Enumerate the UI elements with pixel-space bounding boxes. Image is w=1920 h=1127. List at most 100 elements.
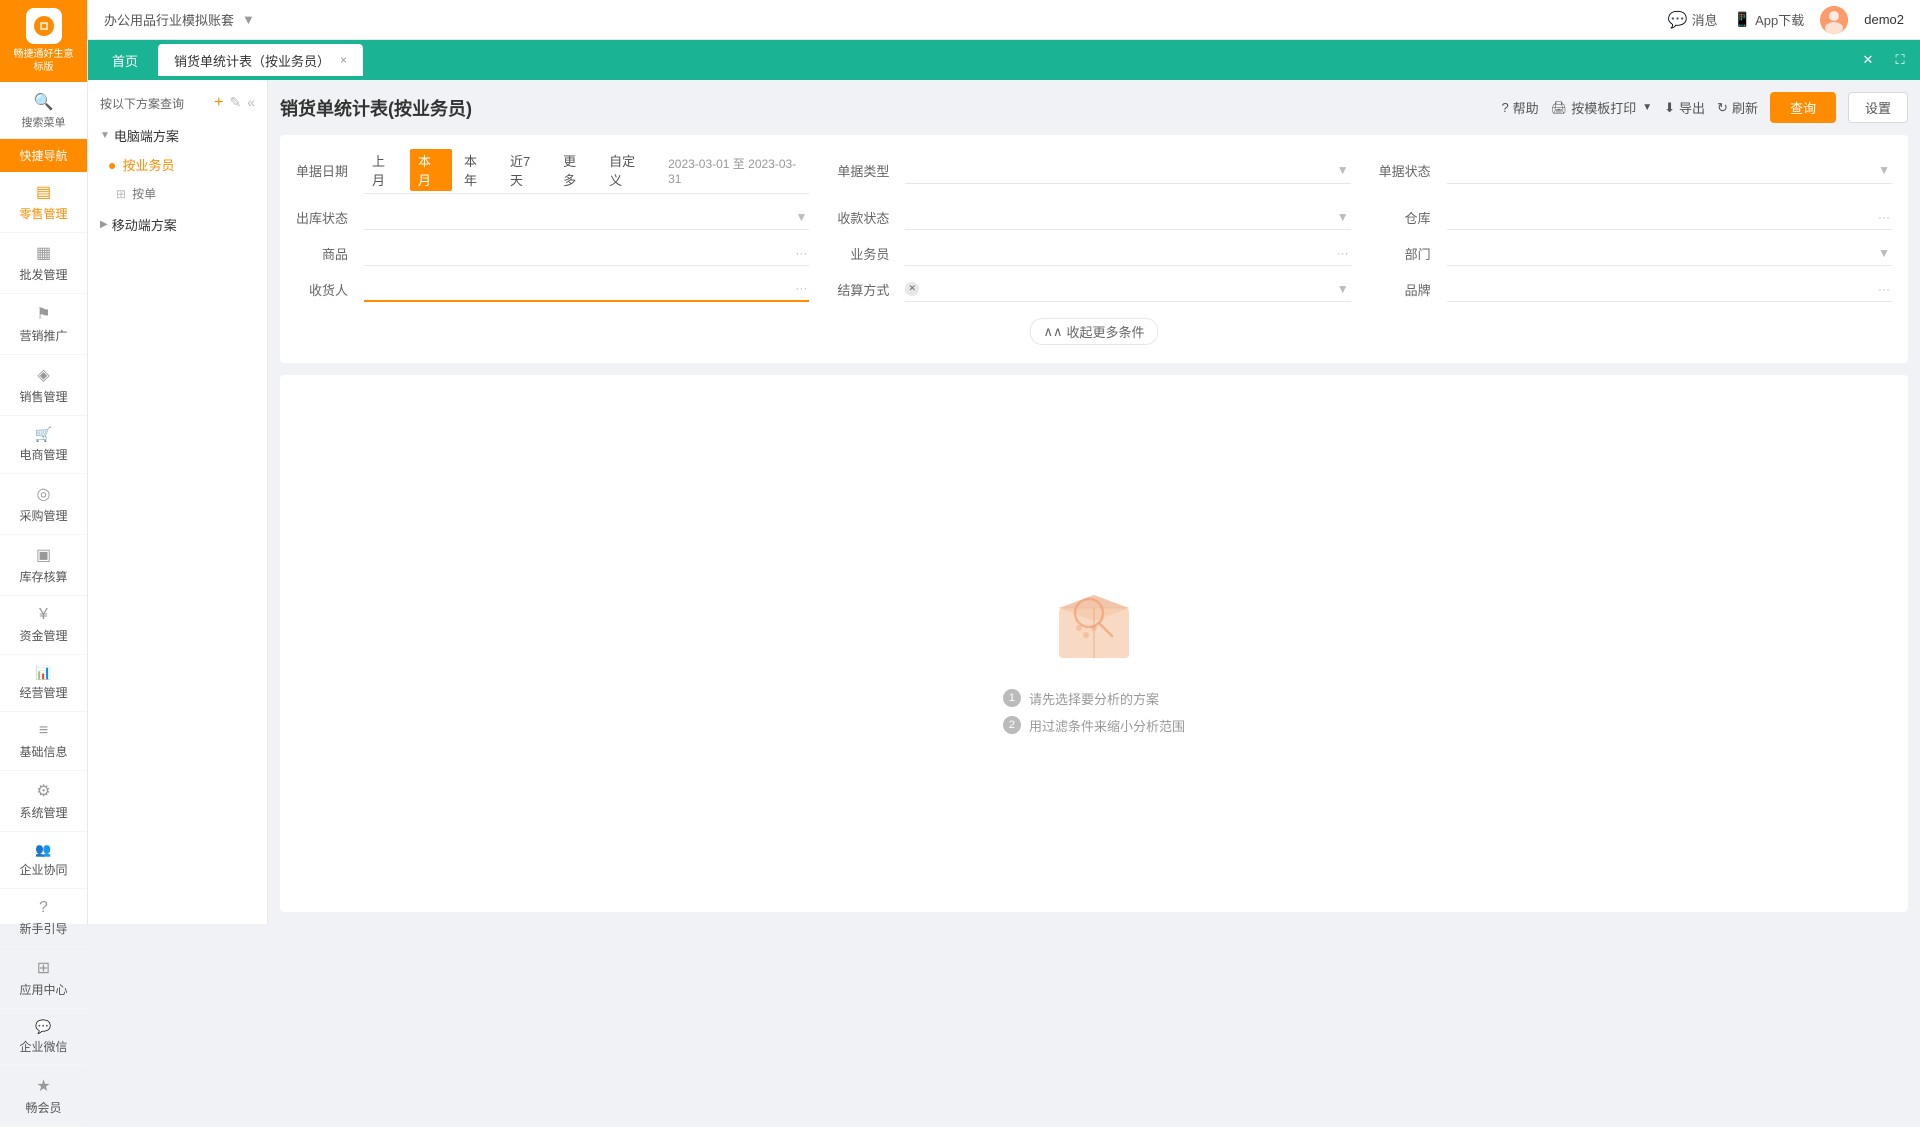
date-tab-7days[interactable]: 近7天 [502, 149, 551, 191]
date-tab-last-month[interactable]: 上月 [364, 149, 406, 191]
status-filter-control[interactable]: ▼ [1447, 158, 1892, 184]
message-button[interactable]: 💬 消息 [1668, 10, 1718, 30]
sidebar-item-wholesale[interactable]: ▦ 批发管理 [0, 233, 87, 294]
brand-more-icon[interactable]: ··· [1878, 282, 1890, 296]
sidebar-item-apps[interactable]: ⊞ 应用中心 [0, 948, 87, 1009]
sales-label: 业务员 [817, 244, 897, 263]
filter-row-2: 出库状态 ▼ 收款状态 ▼ 仓库 ··· [296, 204, 1892, 230]
warehouse-control[interactable]: ··· [1447, 204, 1892, 230]
settings-button[interactable]: 设置 [1848, 92, 1908, 123]
collapse-up-icon: ∧∧ [1043, 324, 1062, 340]
sales-more-icon[interactable]: ··· [1337, 246, 1349, 260]
sidebar-item-purchase[interactable]: ◎ 采购管理 [0, 474, 87, 535]
dept-control[interactable]: ▼ [1447, 240, 1892, 266]
quick-nav[interactable]: 快捷导航 [0, 139, 87, 172]
panel-item-by-sales[interactable]: ● 按业务员 [88, 149, 267, 180]
panel-collapse-button[interactable]: « [247, 94, 255, 112]
help-button[interactable]: ? 帮助 [1501, 98, 1538, 117]
date-range-display: 2023-03-01 至 2023-03-31 [668, 155, 809, 186]
mobile-section-header[interactable]: ▶ 移动端方案 [88, 211, 267, 238]
recv-status-label: 收款状态 [817, 208, 897, 227]
ecommerce-icon: 🛒 [35, 426, 52, 443]
wechat-icon: 💬 [35, 1019, 51, 1035]
sidebar-item-ecommerce[interactable]: 🛒 电商管理 [0, 416, 87, 474]
dept-label: 部门 [1359, 244, 1439, 263]
status-dropdown-icon[interactable]: ▼ [1878, 163, 1890, 177]
date-tab-custom[interactable]: 自定义 [601, 149, 656, 191]
payment-clear-button[interactable]: ✕ [905, 282, 919, 296]
sidebar-item-operation[interactable]: 📊 经营管理 [0, 655, 87, 712]
refresh-button[interactable]: ↻ 刷新 [1717, 98, 1758, 117]
tab-active[interactable]: 销货单统计表（按业务员） × [158, 44, 363, 76]
payment-control[interactable]: ✕ ▼ [905, 276, 1350, 302]
sub-item-icon: ⊞ [116, 187, 126, 201]
inventory-icon: ▣ [36, 545, 51, 565]
left-panel: 按以下方案查询 + ✎ « ▼ 电脑端方案 ● 按业务员 ⊞ 按 [88, 80, 268, 924]
date-tabs: 上月 本月 本年 近7天 更多 自定义 2023-03-01 至 2023-03… [364, 149, 809, 191]
user-avatar[interactable] [1820, 6, 1848, 34]
search-menu-item[interactable]: 🔍 搜索菜单 [0, 82, 87, 139]
sidebar-item-marketing[interactable]: ⚑ 营销推广 [0, 294, 87, 355]
breadcrumb-dropdown-icon[interactable]: ▼ [242, 12, 255, 27]
tab-close-window[interactable]: ✕ [1856, 48, 1880, 72]
type-filter-control[interactable]: ▼ [905, 158, 1350, 184]
tab-home[interactable]: 首页 [96, 44, 154, 76]
basic-icon: ≡ [39, 722, 48, 740]
print-button[interactable]: 🖨 按模板打印 ▼ [1551, 98, 1652, 117]
sidebar-item-corp[interactable]: 👥 企业协同 [0, 832, 87, 889]
panel-edit-button[interactable]: ✎ [229, 94, 241, 112]
sidebar-item-guide[interactable]: ? 新手引导 [0, 889, 87, 948]
date-tab-this-year[interactable]: 本年 [456, 149, 498, 191]
tab-close-button[interactable]: × [340, 53, 347, 67]
sidebar-item-basic[interactable]: ≡ 基础信息 [0, 712, 87, 771]
consignee-control[interactable]: ··· [364, 276, 809, 302]
pc-section-header[interactable]: ▼ 电脑端方案 [88, 122, 267, 149]
query-button[interactable]: 查询 [1770, 92, 1836, 123]
guide-icon: ? [39, 899, 48, 917]
mobile-section-label: 移动端方案 [112, 215, 177, 234]
active-item-icon: ● [108, 157, 116, 173]
tab-maximize[interactable]: ⛶ [1888, 48, 1912, 72]
out-status-control[interactable]: ▼ [364, 204, 809, 230]
goods-more-icon[interactable]: ··· [795, 246, 807, 260]
payment-dropdown[interactable]: ▼ [1337, 282, 1349, 296]
corp-icon: 👥 [35, 842, 51, 858]
sidebar-item-retail[interactable]: ▤ 零售管理 [0, 172, 87, 233]
sales-control[interactable]: ··· [905, 240, 1350, 266]
print-dropdown-icon[interactable]: ▼ [1642, 102, 1652, 113]
panel-add-button[interactable]: + [214, 94, 223, 112]
retail-icon: ▤ [36, 182, 51, 202]
mobile-section: ▶ 移动端方案 [88, 211, 267, 238]
date-tab-this-month[interactable]: 本月 [410, 149, 452, 191]
goods-control[interactable]: ··· [364, 240, 809, 266]
recv-status-control[interactable]: ▼ [905, 204, 1350, 230]
member-icon: ★ [36, 1076, 50, 1096]
message-icon: 💬 [1668, 10, 1688, 30]
app-download-button[interactable]: 📱 App下载 [1734, 10, 1805, 29]
export-button[interactable]: ⬇ 导出 [1664, 98, 1705, 117]
sidebar-item-wechat[interactable]: 💬 企业微信 [0, 1009, 87, 1066]
filter-row-4: 收货人 ··· 结算方式 ✕ ▼ 品牌 ··· [296, 276, 1892, 302]
dept-dropdown[interactable]: ▼ [1878, 246, 1890, 260]
sidebar-item-sales[interactable]: ◈ 销售管理 [0, 355, 87, 416]
type-dropdown-icon[interactable]: ▼ [1337, 163, 1349, 177]
logo[interactable]: 畅捷通好生意 标版 [0, 0, 87, 82]
sidebar-item-member[interactable]: ★ 畅会员 [0, 1066, 87, 1127]
help-icon: ? [1501, 100, 1508, 115]
sidebar-item-system[interactable]: ⚙ 系统管理 [0, 771, 87, 832]
status-label: 单据状态 [1359, 161, 1439, 180]
out-status-dropdown[interactable]: ▼ [795, 210, 807, 224]
collapse-button[interactable]: ∧∧ 收起更多条件 [1030, 318, 1157, 345]
panel-sub-item-by-order[interactable]: ⊞ 按单 [88, 180, 267, 207]
mobile-section-arrow: ▶ [100, 219, 108, 230]
sidebar-item-inventory[interactable]: ▣ 库存核算 [0, 535, 87, 596]
brand-control[interactable]: ··· [1447, 276, 1892, 302]
warehouse-more-icon[interactable]: ··· [1878, 210, 1890, 224]
recv-status-dropdown[interactable]: ▼ [1337, 210, 1349, 224]
logo-icon [26, 8, 62, 44]
date-tab-more[interactable]: 更多 [555, 149, 597, 191]
tip2-num: 2 [1003, 716, 1021, 734]
type-label: 单据类型 [817, 161, 897, 180]
consignee-more-icon[interactable]: ··· [795, 281, 807, 295]
sidebar-item-finance[interactable]: ¥ 资金管理 [0, 596, 87, 655]
